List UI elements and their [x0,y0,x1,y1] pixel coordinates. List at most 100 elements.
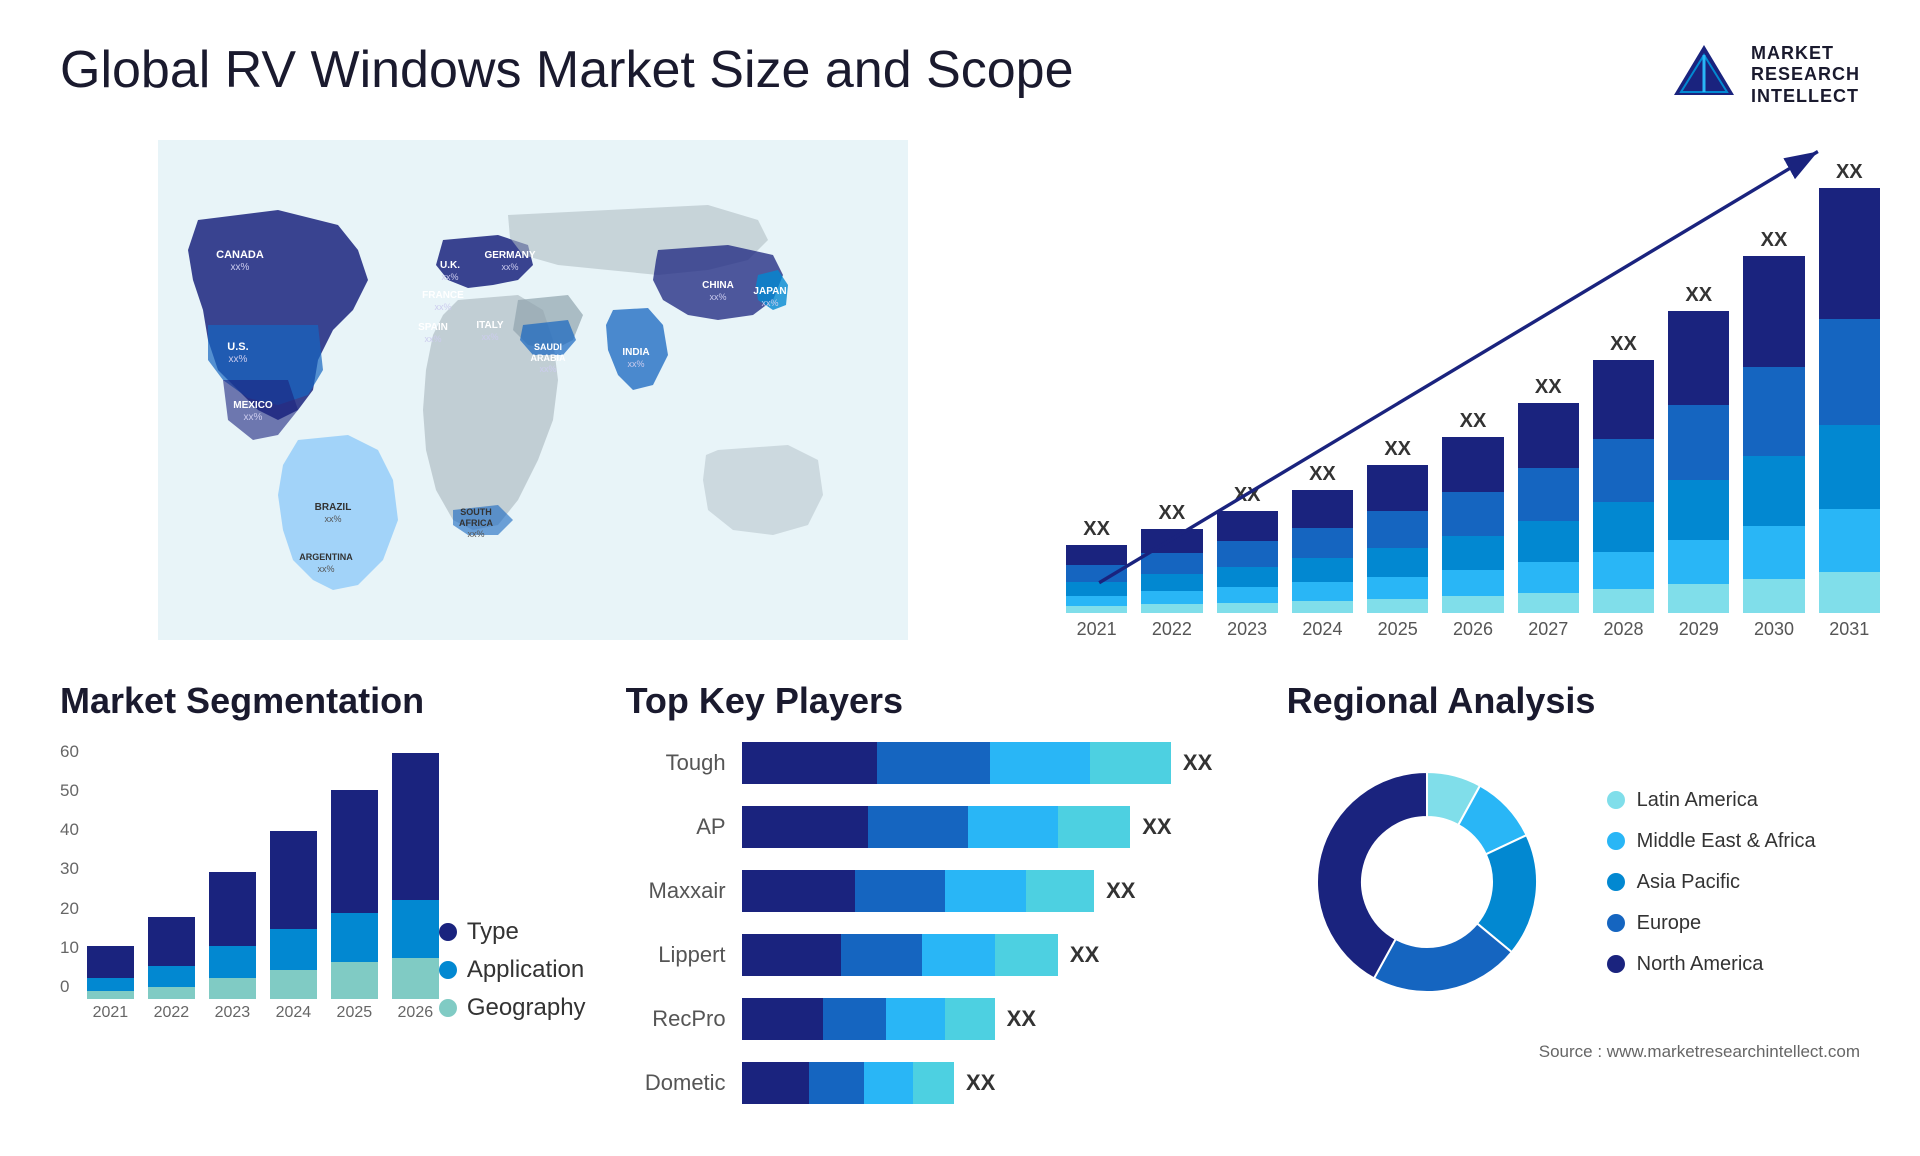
svg-text:SAUDI: SAUDI [534,342,562,352]
bar-year-label: 2031 [1829,619,1869,640]
svg-text:CHINA: CHINA [702,280,734,291]
bar-segment [1066,606,1127,613]
seg-legend-dot [439,923,457,941]
player-xx-label: XX [966,1070,995,1096]
regional-legend-dot [1607,791,1625,809]
seg-bar-group: 2024 [270,742,317,1022]
seg-bar-stack [87,946,134,999]
regional-legend-dot [1607,914,1625,932]
player-bar-container: XX [742,870,1247,912]
seg-bar-segment [209,978,256,999]
logo-line3: INTELLECT [1751,86,1860,108]
bar-year-label: 2022 [1152,619,1192,640]
top-section: CANADA xx% U.S. xx% MEXICO xx% BRAZIL xx… [60,140,1860,640]
player-bar-segment [742,806,869,848]
donut-chart [1287,742,1567,1022]
seg-bar-group: 2021 [87,742,134,1022]
player-name: Maxxair [626,878,726,904]
svg-text:xx%: xx% [229,354,248,365]
seg-x-label: 2024 [276,1004,312,1022]
player-bar-segment [922,934,994,976]
svg-text:xx%: xx% [501,262,518,272]
svg-text:xx%: xx% [244,412,263,423]
regional-legend-dot [1607,873,1625,891]
logo-line2: RESEARCH [1751,64,1860,86]
svg-text:xx%: xx% [481,332,498,342]
player-bar-segment [1026,870,1094,912]
seg-y-label: 50 [60,781,79,801]
seg-bar-group: 2025 [331,742,378,1022]
growth-chart: XX2021XX2022XX2023XX2024XX2025XX2026XX20… [1046,140,1860,640]
bar-year-label: 2023 [1227,619,1267,640]
player-name: RecPro [626,1006,726,1032]
regional-legend-label: North America [1637,953,1764,976]
seg-legend-item: Type [439,918,586,946]
player-bar-segment [742,742,878,784]
svg-text:xx%: xx% [317,564,334,574]
seg-y-label: 30 [60,859,79,879]
seg-bar-segment [87,978,134,990]
player-bar-segment [742,870,855,912]
svg-text:xx%: xx% [467,529,484,539]
player-bar-segment [945,998,995,1040]
player-bar-segment [868,806,967,848]
player-bar-segment [1090,742,1171,784]
seg-bar-stack [148,917,195,999]
player-bar-segment [841,934,922,976]
regional-legend-item: North America [1607,953,1816,976]
svg-text:ARGENTINA: ARGENTINA [299,552,353,562]
player-xx-label: XX [1142,814,1171,840]
page-container: Global RV Windows Market Size and Scope … [0,0,1920,1156]
regional-legend-item: Latin America [1607,789,1816,812]
player-xx-label: XX [1070,942,1099,968]
seg-bar-segment [148,987,195,999]
player-bar-segment [855,870,945,912]
regional-legend-item: Europe [1607,912,1816,935]
players-title: Top Key Players [626,680,1247,722]
svg-text:xx%: xx% [539,364,556,374]
svg-text:MEXICO: MEXICO [233,400,273,411]
svg-text:FRANCE: FRANCE [422,290,464,301]
player-bar-segment [742,1062,810,1104]
segmentation-section: Market Segmentation 60504030201002021202… [60,680,586,1022]
player-bar-segment [945,870,1026,912]
seg-y-label: 40 [60,820,79,840]
player-xx-label: XX [1007,1006,1036,1032]
player-bar-container: XX [742,742,1247,784]
svg-text:xx%: xx% [761,298,778,308]
seg-bar-segment [87,991,134,999]
map-svg: CANADA xx% U.S. xx% MEXICO xx% BRAZIL xx… [60,140,1006,640]
seg-x-label: 2025 [337,1004,373,1022]
seg-bar-segment [209,872,256,946]
seg-bar-segment [331,790,378,913]
svg-text:ARABIA: ARABIA [531,353,566,363]
bar-year-label: 2026 [1453,619,1493,640]
player-bar-stack [742,870,1095,912]
seg-y-label: 0 [60,977,79,997]
source-text: Source : www.marketresearchintellect.com [1287,1042,1860,1062]
bottom-section: Market Segmentation 60504030201002021202… [60,680,1860,1126]
seg-legend-label: Type [467,918,519,946]
svg-text:AFRICA: AFRICA [459,518,493,528]
svg-text:xx%: xx% [231,262,250,273]
players-chart: ToughXXAPXXMaxxairXXLippertXXRecProXXDom… [626,742,1247,1104]
seg-bar-segment [392,958,439,999]
player-bar-segment [995,934,1058,976]
seg-bar-segment [331,962,378,999]
seg-x-label: 2026 [398,1004,434,1022]
player-name: AP [626,814,726,840]
seg-bar-segment [392,900,439,957]
player-bar-stack [742,742,1171,784]
seg-legend-item: Application [439,956,586,984]
svg-text:BRAZIL: BRAZIL [315,502,352,513]
player-bar-segment [968,806,1058,848]
svg-text:xx%: xx% [324,514,341,524]
seg-legend-item: Geography [439,994,586,1022]
seg-bar-group: 2023 [209,742,256,1022]
bar-year-label: 2028 [1603,619,1643,640]
seg-y-label: 60 [60,742,79,762]
player-bar-stack [742,1062,954,1104]
svg-text:xx%: xx% [434,302,451,312]
player-bar-segment [886,998,945,1040]
svg-text:xx%: xx% [709,292,726,302]
